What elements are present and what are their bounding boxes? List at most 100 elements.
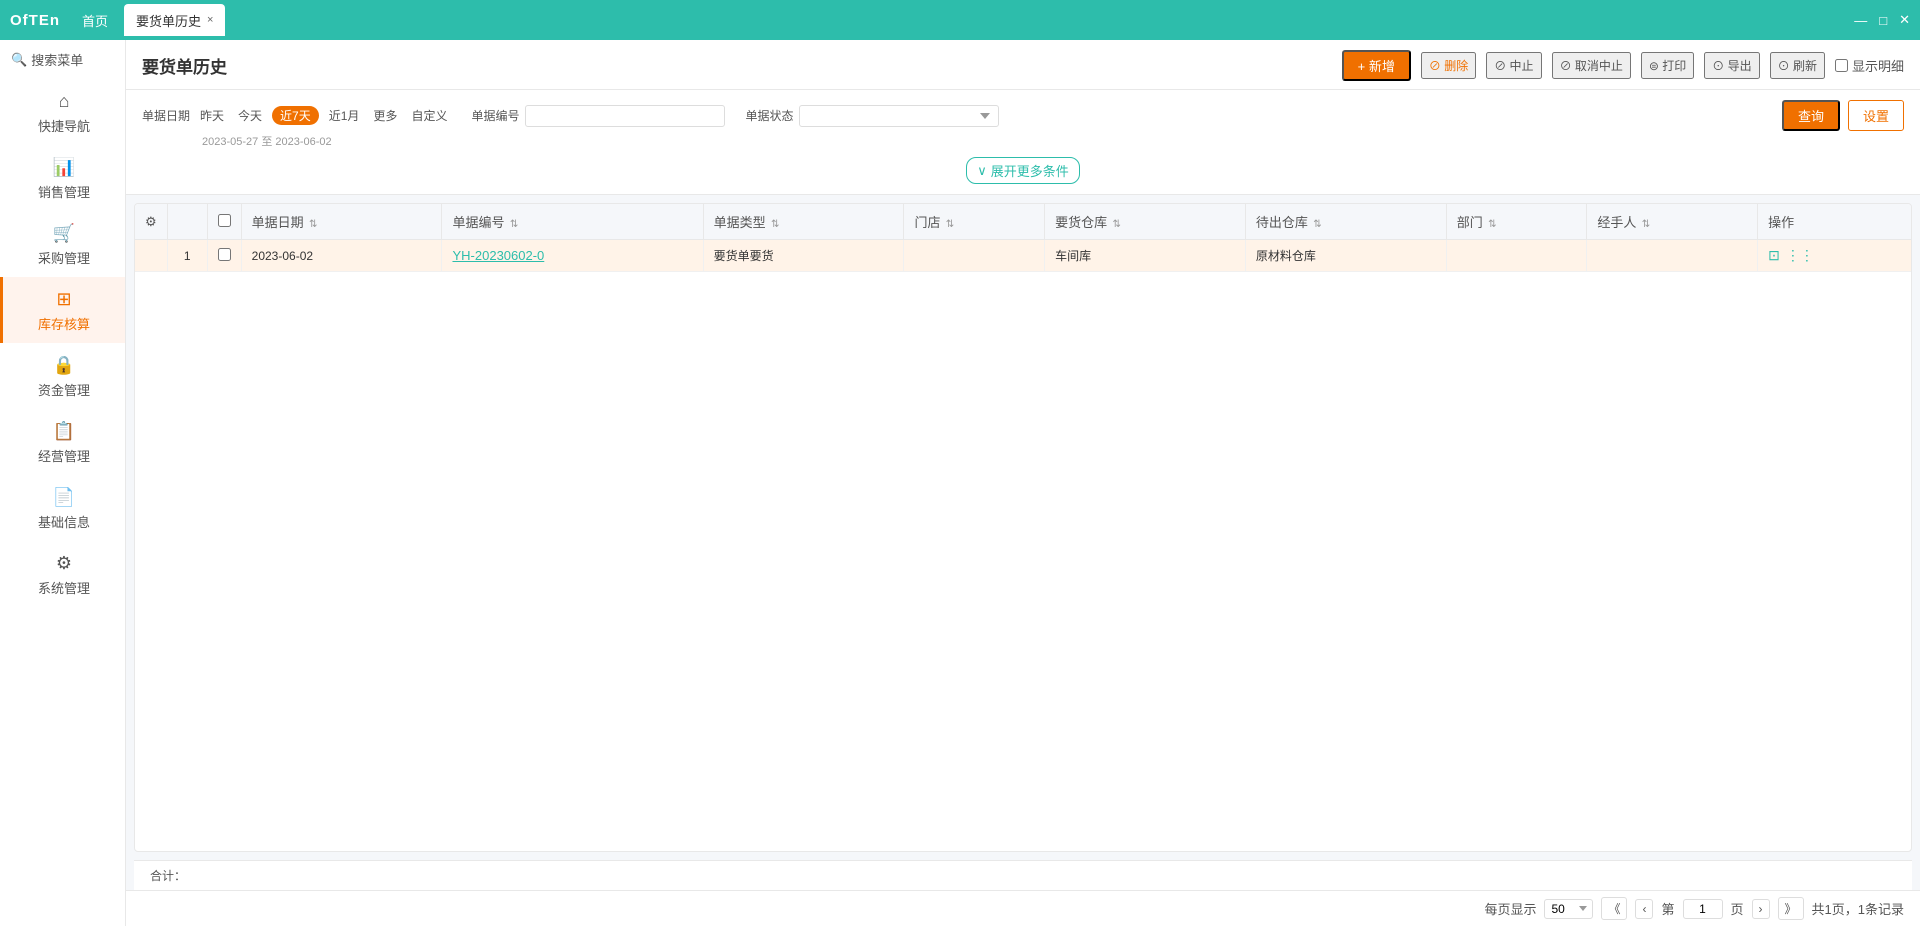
th-handler[interactable]: 经手人 ⇅ [1587, 204, 1758, 240]
shortcut-today[interactable]: 今天 [234, 106, 266, 125]
th-pending-warehouse[interactable]: 待出仓库 ⇅ [1245, 204, 1446, 240]
stop-button[interactable]: ⊘ 中止 [1486, 52, 1541, 79]
order-no-label: 单据编号 [471, 107, 519, 124]
window-controls: — □ ✕ [1854, 12, 1910, 28]
close-tab-icon[interactable]: × [207, 14, 213, 26]
footer-area: 合计： [134, 860, 1912, 890]
order-code-link[interactable]: YH-20230602-0 [452, 248, 544, 263]
refresh-button[interactable]: ⊙ 刷新 [1770, 52, 1825, 79]
sidebar-search[interactable]: 🔍 搜索菜单 [0, 40, 125, 79]
th-store[interactable]: 门店 ⇅ [904, 204, 1045, 240]
date-shortcuts: 昨天 今天 近7天 近1月 更多 自定义 [196, 106, 451, 125]
show-detail-label: 显示明细 [1852, 56, 1904, 75]
row-checkbox[interactable] [218, 248, 231, 261]
th-department[interactable]: 部门 ⇅ [1446, 204, 1587, 240]
sort-date-icon: ⇅ [309, 219, 317, 230]
tab-home[interactable]: 首页 [70, 4, 120, 36]
filter-area: 单据日期 昨天 今天 近7天 近1月 更多 自定义 单据编号 [126, 90, 1920, 195]
date-range-display: 2023-05-27 至 2023-06-02 [202, 136, 332, 148]
shortcut-custom[interactable]: 自定义 [407, 106, 451, 125]
th-action-label: 操作 [1768, 215, 1794, 230]
toolbar: + 新增 ⊘ 删除 ⊘ 中止 ⊘ 取消中止 ⊜ 打印 ⊙ 导出 ⊙ 刷新 显示明… [1342, 50, 1904, 81]
settings-col-icon: ⚙ [145, 214, 157, 229]
td-code[interactable]: YH-20230602-0 [442, 240, 703, 272]
td-type: 要货单要货 [703, 240, 904, 272]
sidebar-item-label: 快捷导航 [38, 116, 90, 135]
delete-button[interactable]: ⊘ 删除 [1421, 52, 1476, 79]
print-button[interactable]: ⊜ 打印 [1641, 52, 1694, 79]
sort-department-icon: ⇅ [1488, 219, 1496, 230]
tab-history[interactable]: 要货单历史 × [124, 4, 225, 36]
per-page-select[interactable]: 50 10 20 100 [1544, 899, 1593, 919]
order-no-input[interactable] [525, 105, 725, 127]
status-select[interactable] [799, 105, 999, 127]
new-button[interactable]: + 新增 [1342, 50, 1411, 81]
order-no-filter: 单据编号 [471, 105, 725, 127]
home-tab-label: 首页 [82, 11, 108, 30]
operations-icon: 📋 [53, 421, 75, 442]
page-title: 要货单历史 [142, 53, 227, 78]
footer-total: 合计： [150, 867, 186, 884]
filter-row: 单据日期 昨天 今天 近7天 近1月 更多 自定义 单据编号 [142, 100, 1904, 131]
sidebar-item-label: 采购管理 [38, 248, 90, 267]
th-num [167, 204, 207, 240]
sort-type-icon: ⇅ [771, 219, 779, 230]
close-icon[interactable]: ✕ [1899, 12, 1910, 28]
shortcut-more[interactable]: 更多 [369, 106, 401, 125]
shortcut-yesterday[interactable]: 昨天 [196, 106, 228, 125]
page-input[interactable] [1683, 899, 1723, 919]
sidebar-item-inventory[interactable]: ⊞ 库存核算 [0, 277, 125, 343]
sidebar-item-basic[interactable]: 📄 基础信息 [0, 475, 125, 541]
sidebar: 🔍 搜索菜单 ⌂ 快捷导航 📊 销售管理 🛒 采购管理 ⊞ 库存核算 🔒 资金管… [0, 40, 126, 926]
shortcut-last1month[interactable]: 近1月 [325, 106, 364, 125]
td-check [207, 240, 241, 272]
th-type-label: 单据类型 [714, 215, 766, 230]
minimize-icon[interactable]: — [1854, 13, 1867, 28]
th-store-label: 门店 [914, 215, 940, 230]
last-page-button[interactable]: 》 [1778, 897, 1804, 920]
cancel-stop-button[interactable]: ⊘ 取消中止 [1552, 52, 1631, 79]
export-button[interactable]: ⊙ 导出 [1704, 52, 1759, 79]
td-req-warehouse: 车间库 [1045, 240, 1246, 272]
top-bar: OfTEn 首页 要货单历史 × — □ ✕ [0, 0, 1920, 40]
chevron-down-icon: ∨ [977, 163, 987, 179]
sidebar-item-finance[interactable]: 🔒 资金管理 [0, 343, 125, 409]
more-icon[interactable]: ⋮⋮ [1786, 247, 1814, 264]
table-body: 1 2023-06-02 YH-20230602-0 要货单要货 车间库 原材料… [135, 240, 1911, 272]
sidebar-item-operations[interactable]: 📋 经营管理 [0, 409, 125, 475]
settings-button[interactable]: 设置 [1848, 100, 1904, 131]
td-handler [1587, 240, 1758, 272]
query-button[interactable]: 查询 [1782, 100, 1840, 131]
total-info: 共1页，1条记录 [1812, 899, 1904, 918]
sidebar-item-sales[interactable]: 📊 销售管理 [0, 145, 125, 211]
sidebar-item-purchase[interactable]: 🛒 采购管理 [0, 211, 125, 277]
select-all-checkbox[interactable] [218, 214, 231, 227]
expand-more-button[interactable]: ∨ 展开更多条件 [966, 157, 1080, 184]
sort-pending-warehouse-icon: ⇅ [1313, 219, 1321, 230]
table-container: ⚙ 单据日期 ⇅ 单据编号 ⇅ [134, 203, 1912, 852]
pagination-bar: 每页显示 50 10 20 100 《 ‹ 第 页 › 》 共1页，1条记录 [126, 890, 1920, 926]
show-detail-checkbox[interactable] [1835, 59, 1848, 72]
maximize-icon[interactable]: □ [1879, 13, 1887, 28]
show-detail-toggle[interactable]: 显示明细 [1835, 56, 1904, 75]
td-department [1446, 240, 1587, 272]
sidebar-item-label: 库存核算 [38, 314, 90, 333]
page-title-row: 要货单历史 + 新增 ⊘ 删除 ⊘ 中止 ⊘ 取消中止 ⊜ 打印 ⊙ 导出 ⊙ … [142, 50, 1904, 81]
edit-icon[interactable]: ⊡ [1768, 247, 1780, 264]
prev-page-button[interactable]: ‹ [1635, 899, 1653, 919]
th-action: 操作 [1758, 204, 1911, 240]
sidebar-item-quick-nav[interactable]: ⌂ 快捷导航 [0, 79, 125, 145]
system-icon: ⚙ [56, 553, 72, 574]
th-settings[interactable]: ⚙ [135, 204, 167, 240]
first-page-button[interactable]: 《 [1601, 897, 1627, 920]
th-code[interactable]: 单据编号 ⇅ [442, 204, 703, 240]
sidebar-item-system[interactable]: ⚙ 系统管理 [0, 541, 125, 607]
shortcut-last7days[interactable]: 近7天 [272, 106, 319, 125]
expand-more-label: 展开更多条件 [991, 161, 1069, 180]
th-date-label: 单据日期 [252, 215, 304, 230]
th-date[interactable]: 单据日期 ⇅ [241, 204, 442, 240]
th-req-warehouse[interactable]: 要货仓库 ⇅ [1045, 204, 1246, 240]
th-type[interactable]: 单据类型 ⇅ [703, 204, 904, 240]
next-page-button[interactable]: › [1752, 899, 1770, 919]
sales-icon: 📊 [53, 157, 75, 178]
